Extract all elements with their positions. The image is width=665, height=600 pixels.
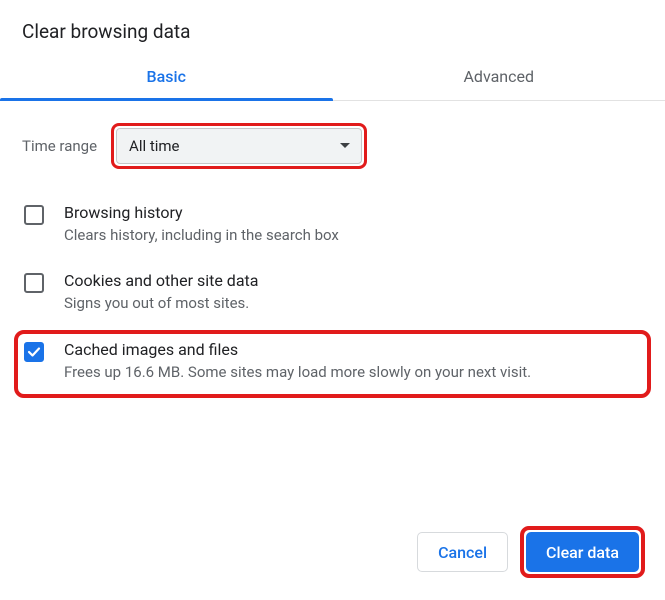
time-range-row: Time range All time bbox=[22, 123, 643, 169]
option-cached-images: Cached images and files Frees up 16.6 MB… bbox=[22, 332, 643, 400]
checkbox-browsing-history[interactable] bbox=[24, 205, 44, 225]
checkbox-cached-images[interactable] bbox=[24, 342, 44, 362]
time-range-label: Time range bbox=[22, 137, 97, 155]
highlight-time-range: All time bbox=[111, 123, 367, 169]
option-text: Browsing history Clears history, includi… bbox=[64, 203, 641, 245]
dropdown-icon bbox=[339, 142, 351, 150]
time-range-select[interactable]: All time bbox=[116, 128, 362, 164]
option-desc: Signs you out of most sites. bbox=[64, 293, 641, 313]
option-desc: Clears history, including in the search … bbox=[64, 225, 641, 245]
clear-browsing-data-dialog: Clear browsing data Basic Advanced Time … bbox=[0, 0, 665, 600]
dialog-body: Time range All time Browsing history Cle… bbox=[0, 101, 665, 400]
cancel-button[interactable]: Cancel bbox=[417, 532, 508, 572]
tabs: Basic Advanced bbox=[0, 55, 665, 101]
clear-data-button[interactable]: Clear data bbox=[526, 532, 639, 572]
option-title: Cookies and other site data bbox=[64, 271, 641, 290]
dialog-footer: Cancel Clear data bbox=[417, 526, 645, 578]
option-browsing-history: Browsing history Clears history, includi… bbox=[22, 195, 643, 263]
option-cookies: Cookies and other site data Signs you ou… bbox=[22, 263, 643, 331]
option-text: Cached images and files Frees up 16.6 MB… bbox=[64, 340, 641, 382]
tab-basic[interactable]: Basic bbox=[0, 55, 333, 100]
option-title: Browsing history bbox=[64, 203, 641, 222]
checkbox-cookies[interactable] bbox=[24, 273, 44, 293]
tab-advanced[interactable]: Advanced bbox=[333, 55, 665, 100]
highlight-clear-data: Clear data bbox=[520, 526, 645, 578]
dialog-title: Clear browsing data bbox=[0, 0, 665, 55]
option-title: Cached images and files bbox=[64, 340, 641, 359]
option-text: Cookies and other site data Signs you ou… bbox=[64, 271, 641, 313]
time-range-value: All time bbox=[129, 137, 179, 155]
option-desc: Frees up 16.6 MB. Some sites may load mo… bbox=[64, 362, 641, 382]
